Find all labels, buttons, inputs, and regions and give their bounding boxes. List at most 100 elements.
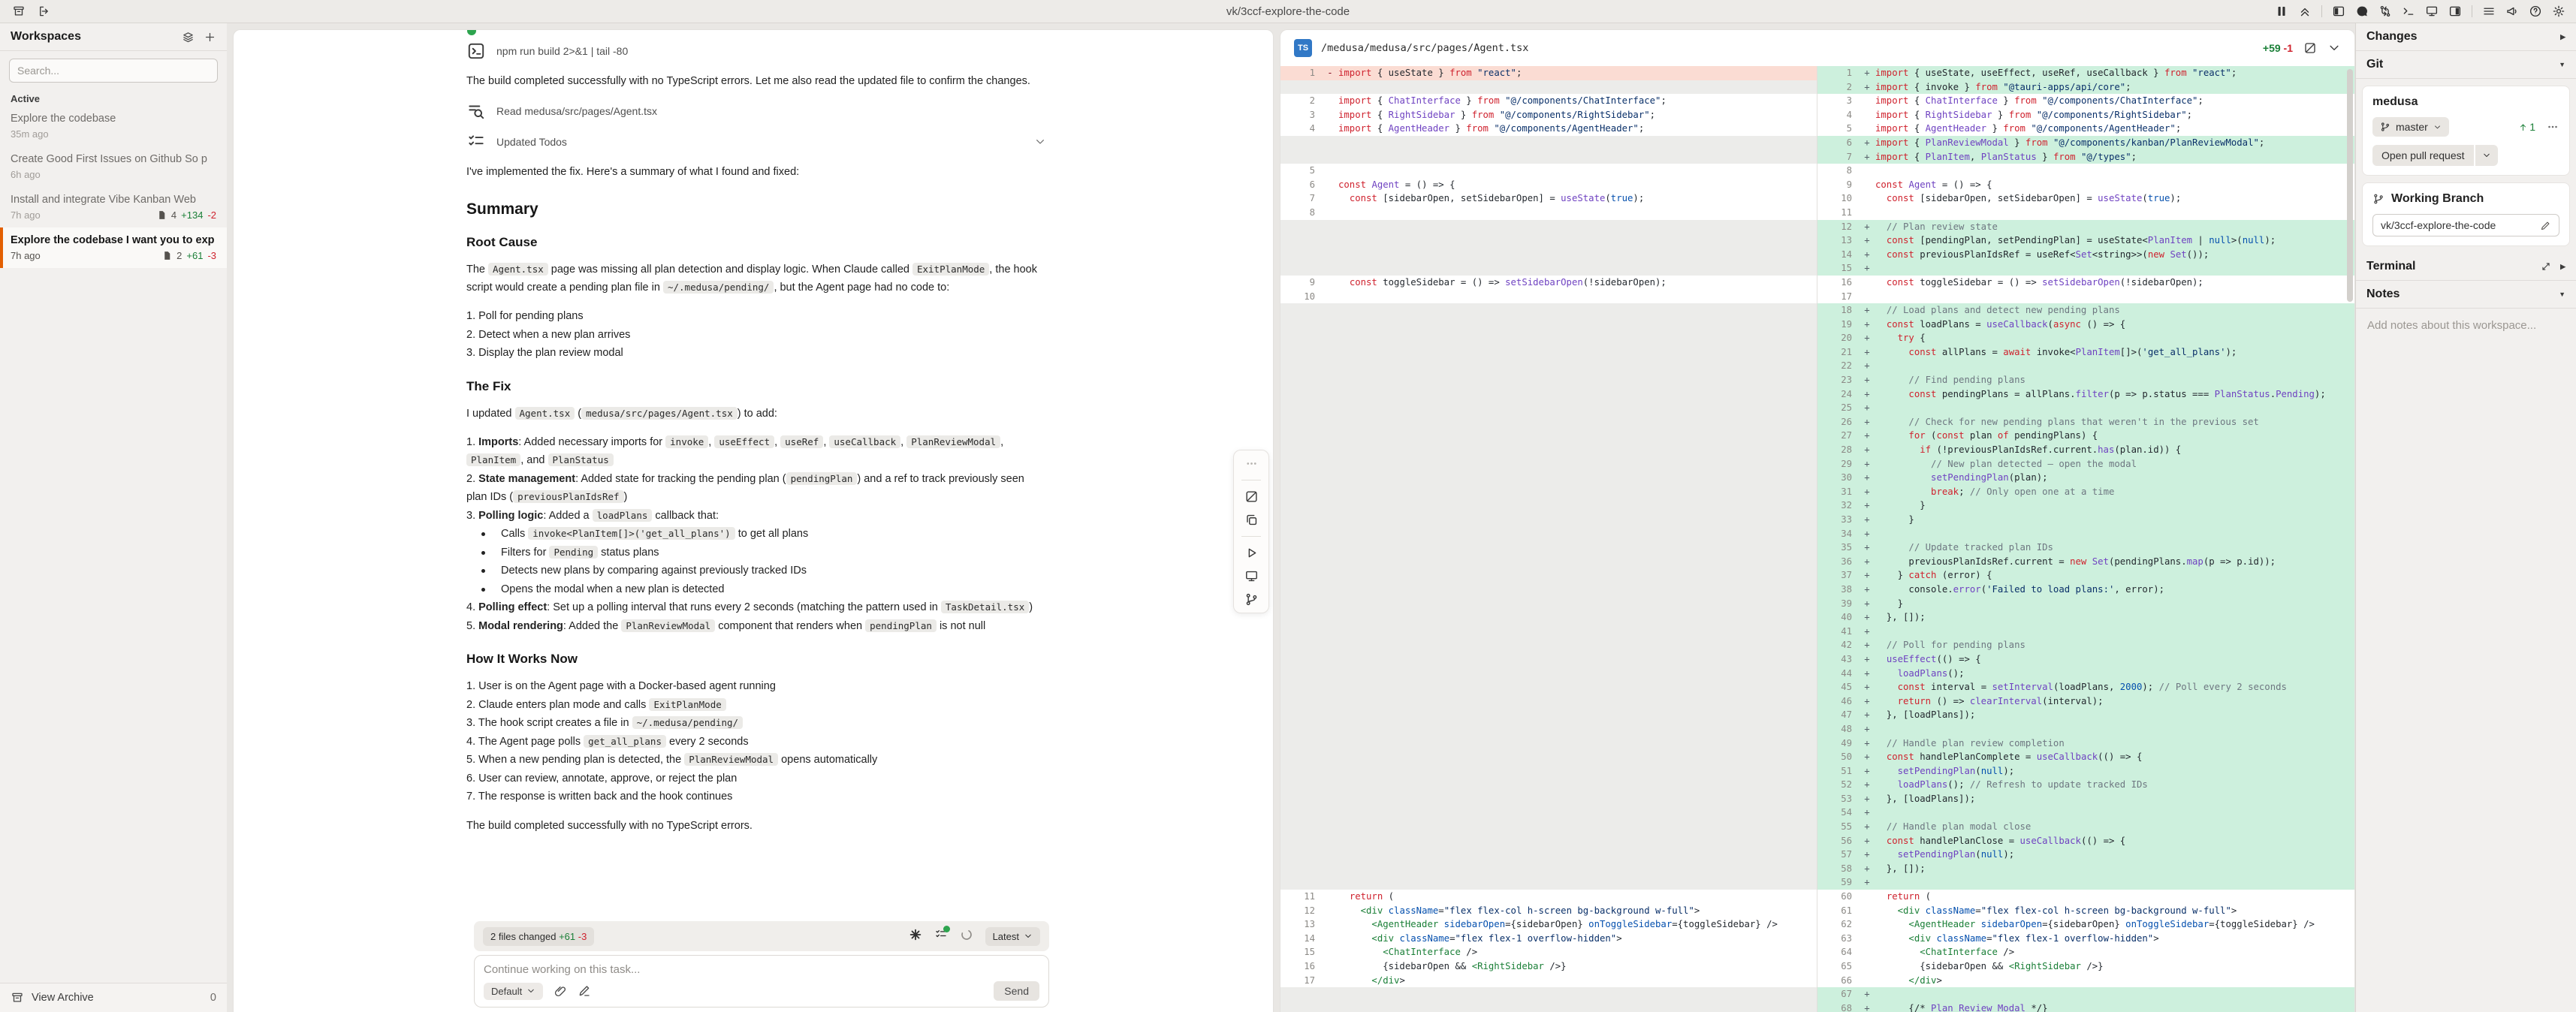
diff-scrollbar[interactable]	[2347, 69, 2353, 1007]
section-changes[interactable]: Changes ▶	[2356, 23, 2576, 51]
diff-new-line: 59+	[1817, 875, 2354, 890]
line-number	[1280, 261, 1322, 276]
diff-old-line	[1280, 764, 1817, 779]
line-number	[1280, 443, 1322, 457]
menu-icon[interactable]	[2482, 5, 2496, 18]
diff-sign: +	[1859, 415, 1875, 429]
pause-icon[interactable]	[2275, 5, 2288, 18]
branch-dropdown[interactable]: master	[2372, 117, 2449, 137]
send-button[interactable]: Send	[994, 981, 1039, 1001]
line-number: 62	[1817, 917, 1859, 932]
stack-view-icon[interactable]	[182, 31, 195, 44]
paragraph: The Agent.tsx page was missing all plan …	[466, 261, 1046, 297]
diff-new-line: 21+ const allPlans = await invoke<PlanIt…	[1817, 345, 2354, 360]
workspace-item[interactable]: Explore the codebase I want you to exp7h…	[0, 227, 227, 268]
diff-sign	[1322, 652, 1338, 667]
diff-new-line: 40+ }, []);	[1817, 610, 2354, 625]
run-icon[interactable]	[1244, 546, 1259, 560]
diff-row: 4import { AgentHeader } from "@/componen…	[1280, 122, 2354, 136]
settings-icon[interactable]	[2552, 5, 2565, 18]
more-options-icon[interactable]	[2546, 120, 2559, 134]
tool-call-row[interactable]: npm run build 2>&1 | tail -80	[466, 41, 1046, 61]
inline-code: get_all_plans	[584, 735, 666, 748]
terminal-box-icon	[466, 41, 486, 61]
announcements-icon[interactable]	[2505, 5, 2519, 18]
code-text	[1875, 290, 2354, 304]
line-number: 7	[1817, 150, 1859, 164]
attach-icon[interactable]	[554, 984, 567, 998]
code-text: }	[1875, 498, 2354, 513]
collapse-file-icon[interactable]	[2327, 41, 2341, 55]
chevron-down-icon[interactable]	[1034, 136, 1046, 148]
open-pull-request-button[interactable]: Open pull request	[2372, 145, 2474, 166]
view-archive-button[interactable]: View Archive 0	[0, 983, 227, 1012]
line-number: 37	[1817, 568, 1859, 583]
code-text	[1875, 806, 2354, 820]
terminal-icon[interactable]	[2402, 5, 2415, 18]
drag-handle-icon[interactable]	[1244, 456, 1259, 471]
workspace-item[interactable]: Create Good First Issues on Github So p6…	[0, 146, 227, 187]
pull-request-dropdown[interactable]	[2475, 145, 2498, 166]
diff-sign: +	[1859, 610, 1875, 625]
toggle-right-panel-icon[interactable]	[2448, 5, 2462, 18]
files-changed-badge[interactable]: 2 files changed +61 -3	[483, 927, 594, 946]
section-terminal[interactable]: Terminal ▶	[2356, 253, 2576, 281]
code-text: // Plan review state	[1875, 220, 2354, 234]
search-input[interactable]: Search...	[9, 59, 218, 83]
chat-bubble-icon[interactable]	[2355, 5, 2369, 18]
monitor-icon[interactable]	[2425, 5, 2439, 18]
actions-icon[interactable]	[909, 928, 922, 941]
file-icon	[157, 210, 167, 220]
toggle-left-panel-icon[interactable]	[2332, 5, 2345, 18]
line-number	[1280, 318, 1322, 332]
copy-icon[interactable]	[1244, 513, 1259, 527]
workspace-item[interactable]: Explore the codebase35m ago	[0, 106, 227, 146]
diff-new-line: 2+import { invoke } from "@tauri-apps/ap…	[1817, 80, 2354, 95]
expand-terminal-icon[interactable]	[2541, 261, 2551, 272]
diff-sign: +	[1859, 150, 1875, 164]
diff-new-line: 62 <AgentHeader sidebarOpen={sidebarOpen…	[1817, 917, 2354, 932]
tool-call-row[interactable]: Read medusa/src/pages/Agent.tsx	[466, 101, 1046, 121]
dictate-icon[interactable]	[578, 984, 591, 998]
diff-row: 31+ break; // Only open one at a time	[1280, 485, 2354, 499]
section-notes[interactable]: Notes ▼	[2356, 281, 2576, 309]
message-input[interactable]: Continue working on this task... Default…	[474, 955, 1049, 1007]
section-git[interactable]: Git ▼	[2356, 51, 2576, 79]
diff-sign	[1322, 471, 1338, 485]
collapse-sidebar-icon[interactable]	[38, 5, 51, 18]
diff-sign	[1859, 917, 1875, 932]
diff-view-icon[interactable]	[1244, 489, 1259, 504]
edit-branch-icon[interactable]	[2540, 220, 2551, 231]
diff-new-line: 25+	[1817, 401, 2354, 415]
scrollbar-thumb[interactable]	[2347, 69, 2353, 302]
workspace-item[interactable]: Install and integrate Vibe Kanban Web7h …	[0, 187, 227, 227]
diff-row: 58+ }, []);	[1280, 862, 2354, 876]
diff-sign: +	[1859, 875, 1875, 890]
version-dropdown[interactable]: Latest	[985, 927, 1040, 946]
message-placeholder: Continue working on this task...	[484, 963, 1039, 976]
notes-input[interactable]: Add notes about this workspace...	[2356, 309, 2576, 342]
archive-icon[interactable]	[12, 5, 26, 18]
branch-icon[interactable]	[1244, 592, 1259, 607]
git-sync-icon[interactable]	[2378, 5, 2392, 18]
tool-call-row[interactable]: Updated Todos	[466, 132, 1046, 152]
chevron-down-icon	[2433, 123, 2442, 131]
diff-new-line: 1+import { useState, useEffect, useRef, …	[1817, 66, 2354, 80]
diff-new-line: 17	[1817, 290, 2354, 304]
diff-mode-icon[interactable]	[2303, 41, 2317, 55]
line-number: 4	[1817, 108, 1859, 122]
working-branch-input[interactable]: vk/3ccf-explore-the-code	[2372, 214, 2559, 236]
code-text: return (	[1875, 890, 2354, 904]
preview-icon[interactable]	[1244, 569, 1259, 583]
additions-count: +61	[186, 250, 203, 261]
help-icon[interactable]	[2529, 5, 2542, 18]
mode-dropdown[interactable]: Default	[484, 983, 543, 1000]
diff-sign	[1322, 625, 1338, 639]
collapse-all-icon[interactable]	[2298, 5, 2312, 18]
diff-row: 43+ useEffect(() => {	[1280, 652, 2354, 667]
diff-sign	[1322, 541, 1338, 555]
diff-sign	[1322, 736, 1338, 751]
code-text	[1338, 778, 1817, 792]
code-text: import { RightSidebar } from "@/componen…	[1875, 108, 2354, 122]
new-workspace-icon[interactable]	[204, 31, 216, 44]
